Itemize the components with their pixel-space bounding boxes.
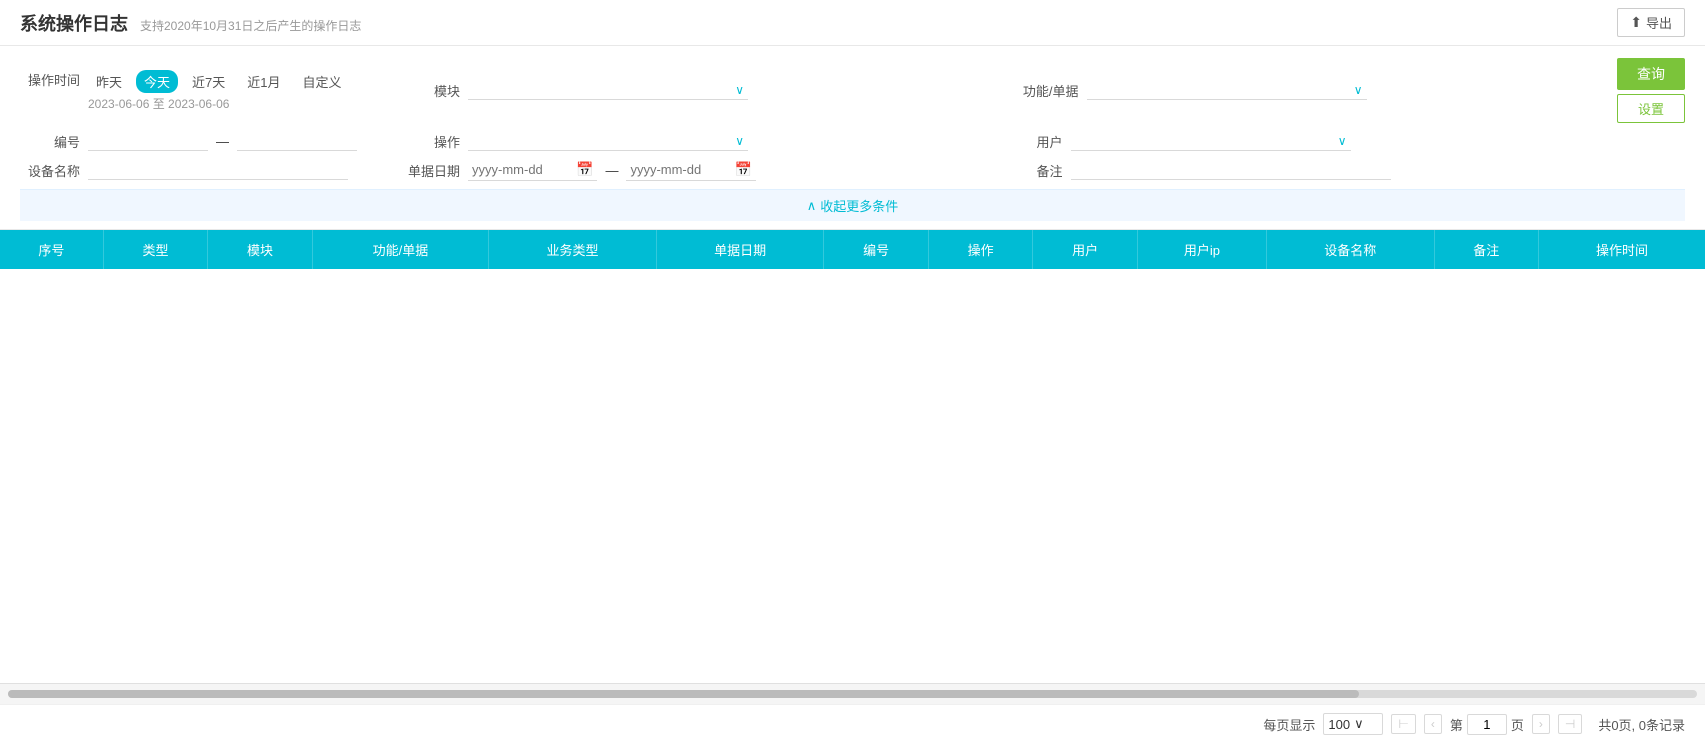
- filter-row-2: 编号 — 操作 ∨ 用户 ∨: [20, 131, 1685, 151]
- time-btn-yesterday[interactable]: 昨天: [88, 70, 130, 93]
- time-btn-custom[interactable]: 自定义: [295, 70, 350, 93]
- page-title: 系统操作日志: [20, 10, 128, 36]
- voucher-date-label: 单据日期: [400, 161, 460, 180]
- operation-label: 操作: [400, 132, 460, 151]
- horizontal-scrollbar[interactable]: [8, 690, 1697, 698]
- export-icon: ⬆: [1630, 14, 1642, 31]
- date-to-wrap[interactable]: 📅: [626, 159, 755, 181]
- operation-select[interactable]: ∨: [468, 132, 748, 151]
- page-number-input[interactable]: [1467, 714, 1507, 735]
- collapse-icon: ∧: [807, 198, 817, 214]
- function-label: 功能/单据: [1019, 81, 1079, 100]
- col-op-time: 操作时间: [1539, 230, 1705, 269]
- scrollbar-thumb: [8, 690, 1359, 698]
- time-date-range: 2023-06-06 至 2023-06-06: [88, 95, 350, 112]
- module-select[interactable]: ∨: [468, 81, 748, 100]
- pagination: 每页显示 100 ∨ ⊢ ‹ 第 页 › ⊣ 共0页, 0条记录: [0, 704, 1705, 743]
- page-label: 第: [1450, 715, 1463, 734]
- page-suffix: 页: [1511, 715, 1524, 734]
- device-filter-group: 设备名称: [20, 160, 360, 180]
- page-info: 第 页: [1450, 714, 1524, 735]
- page-subtitle: 支持2020年10月31日之后产生的操作日志: [140, 17, 361, 34]
- first-page-btn[interactable]: ⊢: [1391, 714, 1415, 734]
- table-container: 序号 类型 模块 功能/单据 业务类型 单据日期 编号 操作 用户 用户ip 设…: [0, 230, 1705, 683]
- data-table: 序号 类型 模块 功能/单据 业务类型 单据日期 编号 操作 用户 用户ip 设…: [0, 230, 1705, 269]
- col-user-ip: 用户ip: [1137, 230, 1266, 269]
- filter-area: 操作时间 昨天 今天 近7天 近1月 自定义 2023-06-06 至 2023…: [0, 46, 1705, 230]
- time-options: 昨天 今天 近7天 近1月 自定义: [88, 70, 350, 93]
- next-page-btn[interactable]: ›: [1532, 714, 1550, 734]
- collapse-label: 收起更多条件: [820, 196, 898, 215]
- col-function: 功能/单据: [312, 230, 488, 269]
- function-chevron-icon: ∨: [1354, 83, 1363, 97]
- col-note: 备注: [1434, 230, 1538, 269]
- action-buttons: 查询 设置: [1617, 58, 1685, 123]
- header-left: 系统操作日志 支持2020年10月31日之后产生的操作日志: [20, 10, 361, 36]
- module-filter-group: 模块 ∨: [400, 81, 979, 100]
- module-chevron-icon: ∨: [735, 83, 744, 97]
- device-label: 设备名称: [20, 161, 80, 180]
- note-filter-group: 备注: [1003, 160, 1566, 180]
- table-header-row: 序号 类型 模块 功能/单据 业务类型 单据日期 编号 操作 用户 用户ip 设…: [0, 230, 1705, 269]
- total-info: 共0页, 0条记录: [1598, 715, 1685, 734]
- time-btn-7days[interactable]: 近7天: [184, 70, 233, 93]
- collapse-bar[interactable]: ∧ 收起更多条件: [20, 189, 1685, 221]
- calendar-from-icon[interactable]: 📅: [576, 161, 593, 178]
- page-size-label: 每页显示: [1263, 715, 1315, 734]
- col-module: 模块: [208, 230, 312, 269]
- col-operation: 操作: [928, 230, 1032, 269]
- user-chevron-icon: ∨: [1338, 134, 1347, 148]
- filter-row-1: 操作时间 昨天 今天 近7天 近1月 自定义 2023-06-06 至 2023…: [20, 58, 1685, 123]
- user-label: 用户: [1003, 132, 1063, 151]
- number-label: 编号: [20, 132, 80, 151]
- voucher-date-filter-group: 单据日期 📅 — 📅: [400, 159, 963, 181]
- time-btn-today[interactable]: 今天: [136, 70, 178, 93]
- number-dash: —: [216, 134, 229, 149]
- time-options-wrap: 昨天 今天 近7天 近1月 自定义 2023-06-06 至 2023-06-0…: [88, 70, 350, 112]
- empty-state: [0, 269, 1705, 569]
- col-device: 设备名称: [1266, 230, 1434, 269]
- page-size-value: 100: [1328, 717, 1350, 732]
- calendar-to-icon[interactable]: 📅: [734, 161, 751, 178]
- scrollbar-area: [0, 683, 1705, 704]
- user-select[interactable]: ∨: [1071, 132, 1351, 151]
- col-number: 编号: [824, 230, 928, 269]
- number-filter-group: 编号 —: [20, 131, 360, 151]
- last-page-btn[interactable]: ⊣: [1558, 714, 1582, 734]
- settings-button[interactable]: 设置: [1617, 94, 1685, 123]
- export-label: 导出: [1646, 13, 1672, 32]
- table-header: 序号 类型 模块 功能/单据 业务类型 单据日期 编号 操作 用户 用户ip 设…: [0, 230, 1705, 269]
- number-from-input[interactable]: [88, 131, 208, 151]
- user-filter-group: 用户 ∨: [1003, 132, 1566, 151]
- page-size-select[interactable]: 100 ∨: [1323, 713, 1383, 735]
- filter-row-3: 设备名称 单据日期 📅 — 📅 备注: [20, 159, 1685, 181]
- query-button[interactable]: 查询: [1617, 58, 1685, 90]
- date-dash: —: [605, 163, 618, 178]
- export-button[interactable]: ⬆ 导出: [1617, 8, 1685, 37]
- date-from-wrap[interactable]: 📅: [468, 159, 597, 181]
- col-user: 用户: [1033, 230, 1137, 269]
- time-label: 操作时间: [20, 70, 80, 89]
- prev-page-btn[interactable]: ‹: [1424, 714, 1442, 734]
- col-voucher-date: 单据日期: [656, 230, 824, 269]
- device-input[interactable]: [88, 160, 348, 180]
- col-index: 序号: [0, 230, 103, 269]
- date-to-input[interactable]: [630, 162, 730, 177]
- operation-filter-group: 操作 ∨: [400, 132, 963, 151]
- time-filter-group: 操作时间 昨天 今天 近7天 近1月 自定义 2023-06-06 至 2023…: [20, 70, 360, 112]
- module-label: 模块: [400, 81, 460, 100]
- col-type: 类型: [103, 230, 207, 269]
- page-header: 系统操作日志 支持2020年10月31日之后产生的操作日志 ⬆ 导出: [0, 0, 1705, 46]
- operation-chevron-icon: ∨: [735, 134, 744, 148]
- date-from-input[interactable]: [472, 162, 572, 177]
- function-filter-group: 功能/单据 ∨: [1019, 81, 1598, 100]
- page-size-chevron: ∨: [1354, 716, 1364, 732]
- note-label: 备注: [1003, 161, 1063, 180]
- time-btn-1month[interactable]: 近1月: [239, 70, 288, 93]
- note-input[interactable]: [1071, 160, 1391, 180]
- function-select[interactable]: ∨: [1087, 81, 1367, 100]
- col-business-type: 业务类型: [489, 230, 657, 269]
- number-to-input[interactable]: [237, 131, 357, 151]
